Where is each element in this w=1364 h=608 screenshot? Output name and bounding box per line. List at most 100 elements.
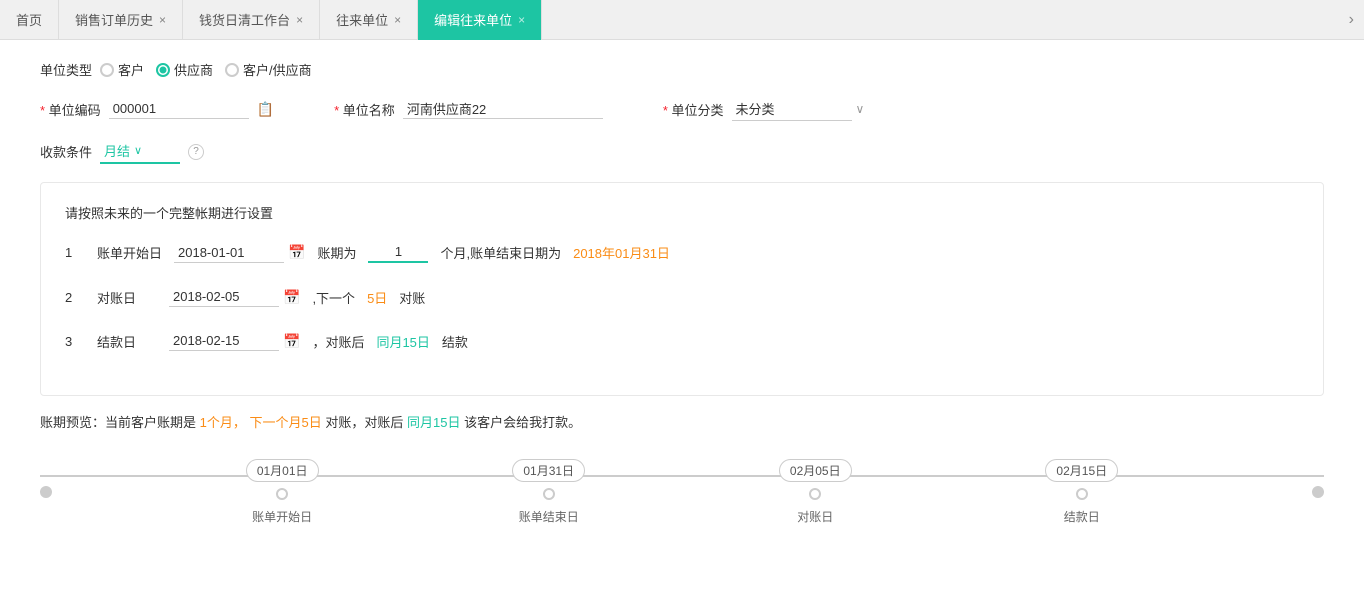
account-start-date-input[interactable] [174,243,284,263]
preview-part5: 该客户会给我打款。 [464,415,581,430]
period-label-2: 对账日 [97,288,157,307]
payment-condition-select[interactable]: 月结 ∨ [100,139,180,164]
preview-part3: 对账，对账后 [325,415,403,430]
tab-partner-units[interactable]: 往来单位 × [320,0,418,40]
radio-supplier-label: 供应商 [174,60,213,79]
period-desc-2a: ,下一个 [312,288,355,307]
tl-desc-1: 账单开始日 [252,508,312,525]
payment-date-input[interactable] [169,331,279,351]
tl-node-2: 01月31日 账单结束日 [512,459,585,525]
tl-dot-left [40,486,52,498]
preview-part4: 同月15日 [407,415,460,430]
tl-date-2: 01月31日 [512,459,585,482]
timeline-line-container: 01月01日 账单开始日 01月31日 账单结束日 02月05日 对账日 02月… [40,459,1324,525]
unit-code-input[interactable] [109,99,249,119]
unit-category-select-wrapper: 未分类 ∨ [732,97,865,121]
calendar-icon-3[interactable]: 📅 [283,333,300,350]
radio-circle-customer [100,63,114,77]
preview-part2: 下一个月5日 [250,415,322,430]
period-desc-1b: 个月,账单结束日期为 [440,243,561,262]
period-label-3: 结款日 [97,332,157,351]
preview-label: 账期预览：当前客户账期是 [40,415,196,430]
period-desc-2b: 5日 [367,288,387,307]
radio-circle-both [225,63,239,77]
timeline: 01月01日 账单开始日 01月31日 账单结束日 02月05日 对账日 02月… [40,451,1324,525]
calendar-icon-1[interactable]: 📅 [288,244,305,261]
period-desc-2c: 对账 [399,288,425,307]
radio-group-unit-type: 客户 供应商 客户/供应商 [100,60,312,79]
period-settings-title: 请按照未来的一个完整帐期进行设置 [65,203,1299,222]
radio-customer[interactable]: 客户 [100,60,144,79]
tl-date-4: 02月15日 [1045,459,1118,482]
tl-endpoint-left [40,486,52,498]
timeline-nodes: 01月01日 账单开始日 01月31日 账单结束日 02月05日 对账日 02月… [40,459,1324,525]
period-end-date-highlight: 2018年01月31日 [573,243,670,262]
close-tab-sales[interactable]: × [159,13,166,27]
preview-part1: 1个月， [200,415,246,430]
period-label-1: 账单开始日 [97,243,162,262]
unit-category-label: 单位分类 [663,100,724,119]
tl-date-3: 02月05日 [779,459,852,482]
period-settings-box: 请按照未来的一个完整帐期进行设置 1 账单开始日 📅 账期为 个月,账单结束日期… [40,182,1324,396]
unit-name-label: 单位名称 [334,100,395,119]
period-row-1: 1 账单开始日 📅 账期为 个月,账单结束日期为 2018年01月31日 [65,242,1299,263]
payment-condition-row: 收款条件 月结 ∨ ? [40,139,1324,164]
date-input-wrap-1: 📅 [174,243,305,263]
period-desc-3a: ，对账后 [312,332,364,351]
unit-name-input[interactable] [403,99,603,119]
tab-sales-order-history[interactable]: 销售订单历史 × [59,0,183,40]
tl-desc-3: 对账日 [797,508,833,525]
unit-type-row: 单位类型 客户 供应商 客户/供应商 [40,60,1324,79]
period-desc-3b: 同月15日 [376,332,429,351]
radio-circle-supplier [156,63,170,77]
tl-node-3: 02月05日 对账日 [779,459,852,525]
payment-chevron-icon: ∨ [134,144,142,157]
reconciliation-date-input[interactable] [169,287,279,307]
tl-node-4: 02月15日 结款日 [1045,459,1118,525]
period-desc-3c: 结款 [442,332,468,351]
radio-supplier[interactable]: 供应商 [156,60,213,79]
period-num-2: 2 [65,290,85,305]
tab-edit-partner[interactable]: 编辑往来单位 × [418,0,542,40]
chevron-down-icon[interactable]: ∨ [856,102,865,116]
period-row-2: 2 对账日 📅 ,下一个 5日 对账 [65,287,1299,307]
date-input-wrap-3: 📅 [169,331,300,351]
unit-type-label: 单位类型 [40,60,92,79]
tl-desc-2: 账单结束日 [519,508,579,525]
tl-date-1: 01月01日 [246,459,319,482]
period-num-1: 1 [65,245,85,260]
close-tab-edit-partner[interactable]: × [518,13,525,27]
unit-info-row: 单位编码 📋 单位名称 单位分类 未分类 ∨ [40,97,1324,121]
close-tab-partner[interactable]: × [394,13,401,27]
tl-dot-4 [1076,488,1088,500]
tab-cash-reconciliation[interactable]: 钱货日清工作台 × [183,0,320,40]
tab-more-button[interactable]: › [1339,11,1364,29]
preview-text: 账期预览：当前客户账期是 1个月， 下一个月5日 对账，对账后 同月15日 该客… [40,412,1324,431]
unit-category-field: 单位分类 未分类 ∨ [663,97,864,121]
payment-condition-label: 收款条件 [40,142,92,161]
radio-both[interactable]: 客户/供应商 [225,60,312,79]
period-month-input[interactable] [368,242,428,263]
payment-condition-field: 收款条件 月结 ∨ ? [40,139,204,164]
unit-code-field: 单位编码 📋 [40,99,274,119]
calendar-icon-2[interactable]: 📅 [283,289,300,306]
unit-code-label: 单位编码 [40,100,101,119]
tl-dot-2 [543,488,555,500]
unit-name-field: 单位名称 [334,99,603,119]
radio-customer-label: 客户 [118,60,144,79]
close-tab-cash[interactable]: × [296,13,303,27]
tl-desc-4: 结款日 [1064,508,1100,525]
tab-home[interactable]: 首页 [0,0,59,40]
help-icon[interactable]: ? [188,144,204,160]
period-num-3: 3 [65,334,85,349]
period-row-3: 3 结款日 📅 ，对账后 同月15日 结款 [65,331,1299,351]
unit-category-display[interactable]: 未分类 [732,97,852,121]
tl-endpoint-right [1312,486,1324,498]
tl-dot-1 [276,488,288,500]
main-content: 单位类型 客户 供应商 客户/供应商 单位编码 📋 [0,40,1364,608]
radio-both-label: 客户/供应商 [243,60,312,79]
unit-code-icon[interactable]: 📋 [257,101,274,118]
unit-type-field: 单位类型 客户 供应商 客户/供应商 [40,60,312,79]
date-input-wrap-2: 📅 [169,287,300,307]
tl-node-1: 01月01日 账单开始日 [246,459,319,525]
